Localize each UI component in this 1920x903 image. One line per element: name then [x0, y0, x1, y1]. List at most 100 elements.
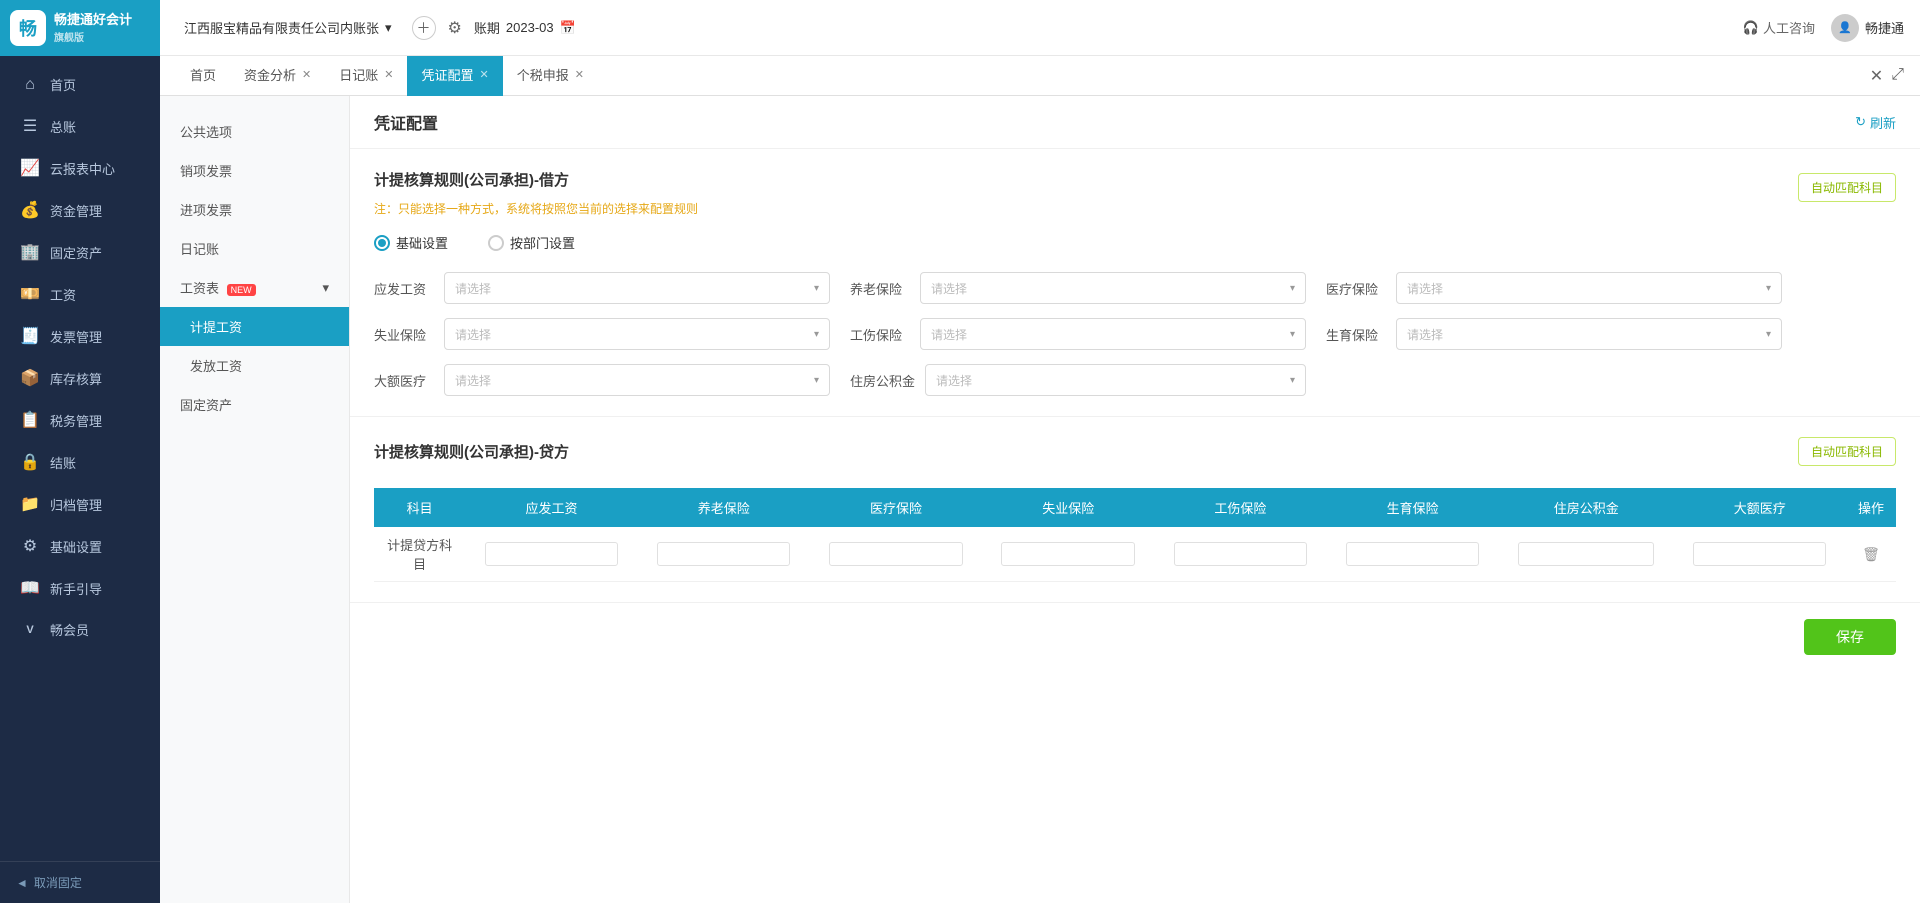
chevron-down-icon: ▾ — [814, 375, 819, 386]
input-work-injury[interactable] — [1174, 542, 1307, 566]
close-tax-declaration-icon[interactable]: ✕ — [575, 68, 584, 81]
sidebar-item-tax-management[interactable]: 📋 税务管理 — [0, 399, 160, 441]
select-unemployment-insurance[interactable]: 请选择 ▾ — [444, 318, 830, 350]
arrow-left-icon: ◄ — [16, 876, 28, 890]
ledger-icon: ☰ — [20, 116, 40, 136]
chevron-down-icon: ▾ — [1766, 329, 1771, 340]
td-maternity-input[interactable] — [1327, 527, 1499, 582]
sidebar-item-home[interactable]: ⌂ 首页 — [0, 64, 160, 105]
tab-fund-analysis[interactable]: 资金分析 ✕ — [230, 56, 325, 96]
sidebar-item-beginner-guide[interactable]: 📖 新手引导 — [0, 567, 160, 609]
refresh-button[interactable]: ↻ 刷新 — [1855, 113, 1896, 132]
select-maternity-insurance[interactable]: 请选择 ▾ — [1396, 318, 1782, 350]
invoice-icon: 🧾 — [20, 326, 40, 346]
left-menu-item-pay-salary[interactable]: 发放工资 — [160, 346, 349, 385]
select-work-injury-insurance[interactable]: 请选择 ▾ — [920, 318, 1306, 350]
input-pension[interactable] — [657, 542, 790, 566]
settings-icon: ⚙ — [20, 536, 40, 556]
td-work-injury-input[interactable] — [1154, 527, 1326, 582]
select-housing-fund[interactable]: 请选择 ▾ — [925, 364, 1306, 396]
input-large-medical[interactable] — [1693, 542, 1826, 566]
left-menu-item-accrued-salary[interactable]: 计提工资 — [160, 307, 349, 346]
close-all-icon[interactable]: ✕ — [1870, 66, 1883, 86]
left-menu-group-salary-table[interactable]: 工资表 NEW ▾ — [160, 268, 349, 307]
field-large-medical: 大额医疗 请选择 ▾ — [374, 364, 830, 396]
chevron-down-icon: ▾ — [385, 20, 392, 36]
sidebar-item-fixed-assets[interactable]: 🏢 固定资产 — [0, 231, 160, 273]
sidebar-item-inventory[interactable]: 📦 库存核算 — [0, 357, 160, 399]
company-selector[interactable]: 江西服宝精品有限责任公司内账张 ▾ — [176, 14, 400, 41]
close-journal-icon[interactable]: ✕ — [384, 68, 393, 81]
tab-tax-declaration[interactable]: 个税申报 ✕ — [503, 56, 598, 96]
tabs-controls: ✕ ⤢ — [1870, 66, 1904, 86]
page-content: 公共选项 销项发票 进项发票 日记账 工资表 NEW ▾ 计提工资 发放工资 固… — [160, 96, 1920, 903]
tab-journal[interactable]: 日记账 ✕ — [325, 56, 407, 96]
th-subject: 科目 — [374, 488, 465, 527]
auto-match-credit-button[interactable]: 自动匹配科目 — [1798, 437, 1896, 466]
input-gross-salary[interactable] — [485, 542, 618, 566]
chevron-down-icon: ▾ — [814, 329, 819, 340]
app-name: 畅捷通好会计 — [54, 12, 132, 29]
radio-dot-basic — [374, 235, 390, 251]
tab-home[interactable]: 首页 — [176, 56, 230, 96]
chevron-down-icon: ▾ — [1290, 375, 1295, 386]
close-voucher-config-icon[interactable]: ✕ — [480, 68, 489, 81]
chevron-down-icon: ▾ — [1766, 283, 1771, 294]
expand-icon[interactable]: ⤢ — [1891, 66, 1904, 86]
support-button[interactable]: 🎧 人工咨询 — [1743, 18, 1815, 37]
delete-row-icon[interactable]: 🗑 — [1862, 546, 1880, 562]
period-selector[interactable]: 账期 2023-03 📅 — [474, 18, 576, 37]
tab-voucher-config[interactable]: 凭证配置 ✕ — [407, 56, 502, 96]
left-menu-item-sales-invoice[interactable]: 销项发票 — [160, 151, 349, 190]
sidebar: 畅 畅捷通好会计 旗舰版 ⌂ 首页 ☰ 总账 📈 云报表中心 💰 资金管理 🏢 … — [0, 0, 160, 903]
td-medical-input[interactable] — [810, 527, 982, 582]
add-account-button[interactable]: ＋ — [412, 16, 436, 40]
left-menu-item-purchase-invoice[interactable]: 进项发票 — [160, 190, 349, 229]
app-sub: 旗舰版 — [54, 29, 132, 44]
select-large-medical[interactable]: 请选择 ▾ — [444, 364, 830, 396]
sidebar-item-basic-settings[interactable]: ⚙ 基础设置 — [0, 525, 160, 567]
sidebar-item-member[interactable]: V 畅会员 — [0, 609, 160, 650]
th-unemployment: 失业保险 — [982, 488, 1154, 527]
user-info[interactable]: 👤 畅捷通 — [1831, 14, 1904, 42]
sidebar-item-fund-management[interactable]: 💰 资金管理 — [0, 189, 160, 231]
input-unemployment[interactable] — [1001, 542, 1134, 566]
refresh-icon: ↻ — [1855, 114, 1866, 130]
td-large-medical-input[interactable] — [1674, 527, 1846, 582]
sidebar-item-cloud-reports[interactable]: 📈 云报表中心 — [0, 147, 160, 189]
sidebar-item-general-ledger[interactable]: ☰ 总账 — [0, 105, 160, 147]
select-pension-insurance[interactable]: 请选择 ▾ — [920, 272, 1306, 304]
td-housing-fund-input[interactable] — [1499, 527, 1674, 582]
input-maternity[interactable] — [1346, 542, 1479, 566]
td-gross-salary-input[interactable] — [465, 527, 637, 582]
sidebar-item-invoice-management[interactable]: 🧾 发票管理 — [0, 315, 160, 357]
save-button[interactable]: 保存 — [1804, 619, 1896, 655]
sidebar-item-checkout[interactable]: 🔒 结账 — [0, 441, 160, 483]
field-unemployment-insurance: 失业保险 请选择 ▾ — [374, 318, 830, 350]
sidebar-item-salary[interactable]: 💴 工资 — [0, 273, 160, 315]
left-menu-item-journal[interactable]: 日记账 — [160, 229, 349, 268]
cancel-fix-button[interactable]: ◄ 取消固定 — [0, 861, 160, 903]
input-housing-fund[interactable] — [1518, 542, 1654, 566]
assets-icon: 🏢 — [20, 242, 40, 262]
select-gross-salary[interactable]: 请选择 ▾ — [444, 272, 830, 304]
settings-gear-icon[interactable]: ⚙ — [448, 18, 462, 38]
left-menu-item-fixed-assets[interactable]: 固定资产 — [160, 385, 349, 424]
radio-basic-settings[interactable]: 基础设置 — [374, 233, 448, 252]
input-medical[interactable] — [829, 542, 962, 566]
debit-section-title: 计提核算规则(公司承担)-借方 — [374, 169, 1782, 190]
chevron-down-icon: ▾ — [1290, 329, 1295, 340]
credit-table: 科目 应发工资 养老保险 医疗保险 失业保险 工伤保险 生育保险 住房公积金 大… — [374, 488, 1896, 582]
th-work-injury: 工伤保险 — [1154, 488, 1326, 527]
radio-by-department[interactable]: 按部门设置 — [488, 233, 575, 252]
td-unemployment-input[interactable] — [982, 527, 1154, 582]
td-delete[interactable]: 🗑 — [1846, 527, 1896, 582]
debit-notice-text: 注：只能选择一种方式，系统将按照您当前的选择来配置规则 — [374, 200, 1782, 217]
auto-match-debit-button[interactable]: 自动匹配科目 — [1798, 173, 1896, 202]
close-fund-analysis-icon[interactable]: ✕ — [302, 68, 311, 81]
left-menu-item-public-options[interactable]: 公共选项 — [160, 112, 349, 151]
td-pension-input[interactable] — [638, 527, 810, 582]
sidebar-item-archive[interactable]: 📁 归档管理 — [0, 483, 160, 525]
headset-icon: 🎧 — [1743, 20, 1759, 36]
select-medical-insurance[interactable]: 请选择 ▾ — [1396, 272, 1782, 304]
